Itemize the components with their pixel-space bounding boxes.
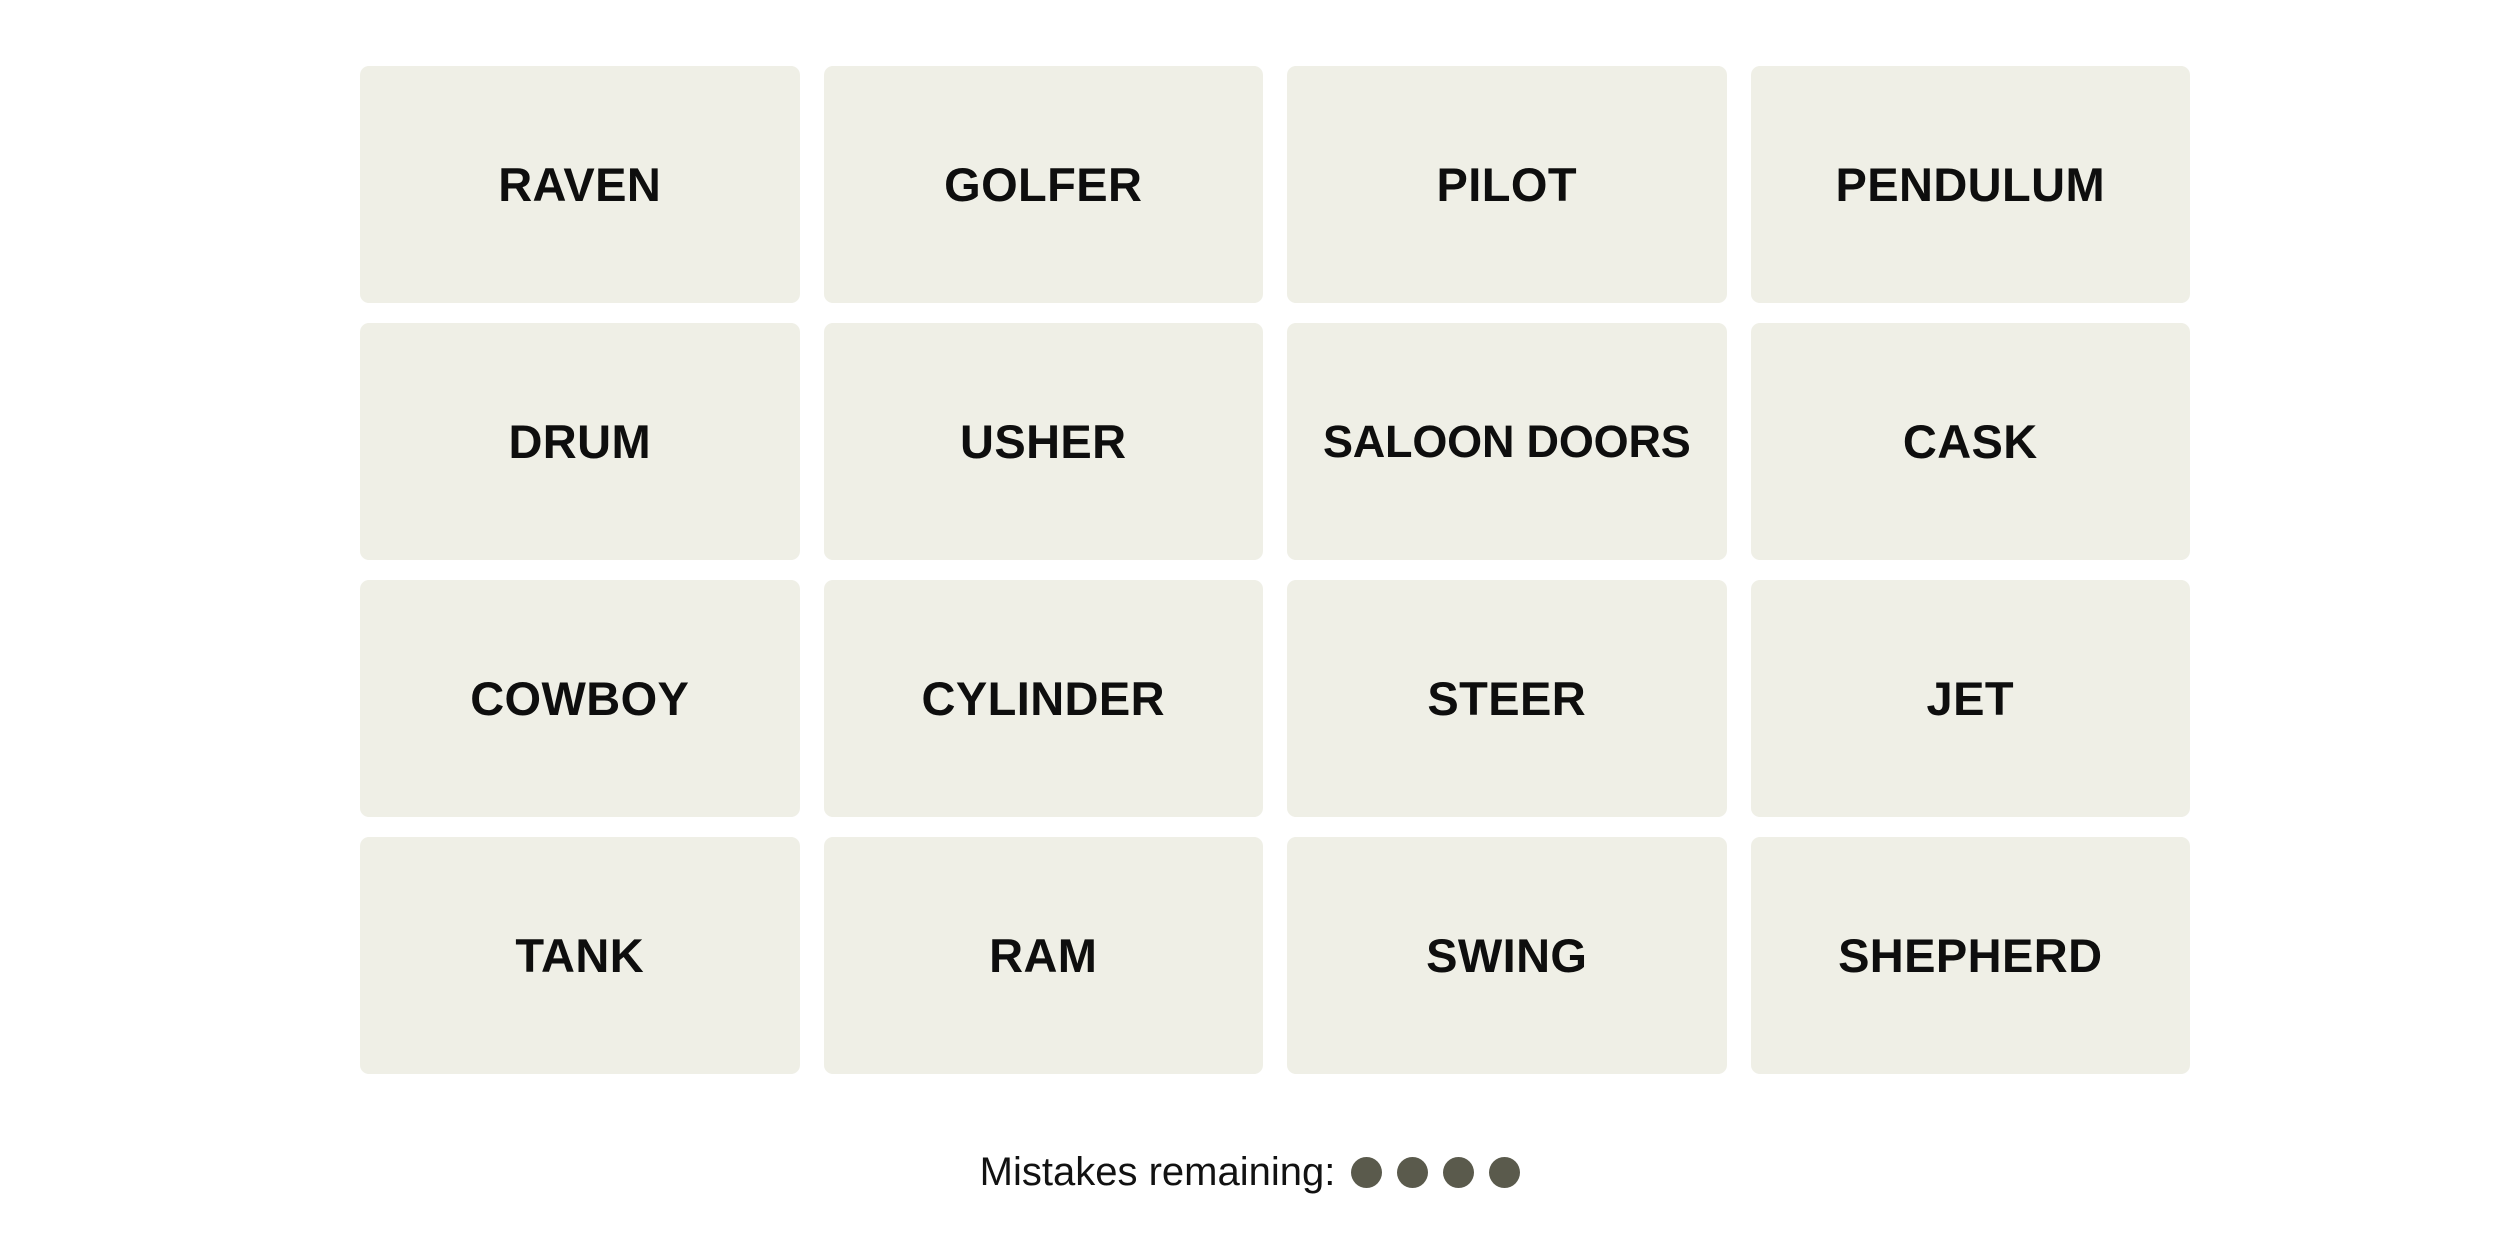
puzzle-tile-cask[interactable]: CASK [1750,323,2190,560]
mistake-dot-icon [1351,1156,1383,1188]
puzzle-tile-saloon-doors[interactable]: SALOON DOORS [1287,323,1727,560]
puzzle-tile-label: SWING [1426,929,1588,982]
mistakes-remaining-dots [1351,1156,1521,1188]
puzzle-tile-label: JET [1926,672,2014,725]
puzzle-tile-ram[interactable]: RAM [823,837,1263,1074]
puzzle-tile-usher[interactable]: USHER [823,323,1263,560]
puzzle-tile-cowboy[interactable]: COWBOY [360,580,800,817]
mistake-dot-icon [1397,1156,1429,1188]
puzzle-tile-pendulum[interactable]: PENDULUM [1750,66,2190,303]
puzzle-tile-label: CASK [1902,415,2038,468]
puzzle-tile-label: TANK [515,929,645,982]
puzzle-tile-label: GOLFER [944,158,1143,211]
puzzle-tile-label: SALOON DOORS [1322,416,1691,467]
mistakes-remaining-label: Mistakes remaining: [979,1150,1336,1194]
puzzle-tile-label: DRUM [508,415,652,468]
puzzle-tile-swing[interactable]: SWING [1287,837,1727,1074]
puzzle-tile-label: CYLINDER [921,672,1165,725]
puzzle-tile-label: RAVEN [498,158,662,211]
puzzle-tile-label: USHER [959,415,1127,468]
puzzle-tile-label: PILOT [1436,158,1577,211]
puzzle-tile-pilot[interactable]: PILOT [1287,66,1727,303]
puzzle-tile-jet[interactable]: JET [1750,580,2190,817]
puzzle-tile-label: COWBOY [470,672,690,725]
puzzle-tile-raven[interactable]: RAVEN [360,66,800,303]
puzzle-tile-tank[interactable]: TANK [360,837,800,1074]
puzzle-tile-label: RAM [989,929,1098,982]
puzzle-tile-shepherd[interactable]: SHEPHERD [1750,837,2190,1074]
puzzle-tile-golfer[interactable]: GOLFER [823,66,1263,303]
mistake-dot-icon [1443,1156,1475,1188]
puzzle-tile-steer[interactable]: STEER [1287,580,1727,817]
mistake-dot-icon [1489,1156,1521,1188]
puzzle-tile-label: SHEPHERD [1838,929,2103,982]
puzzle-tile-label: STEER [1427,672,1587,725]
puzzle-grid: RAVEN GOLFER PILOT PENDULUM DRUM USHER S… [360,66,2190,1074]
puzzle-tile-drum[interactable]: DRUM [360,323,800,560]
puzzle-tile-label: PENDULUM [1835,158,2106,211]
puzzle-tile-cylinder[interactable]: CYLINDER [823,580,1263,817]
connections-game: RAVEN GOLFER PILOT PENDULUM DRUM USHER S… [0,0,2500,1250]
mistakes-remaining-bar: Mistakes remaining: [0,1152,2500,1192]
